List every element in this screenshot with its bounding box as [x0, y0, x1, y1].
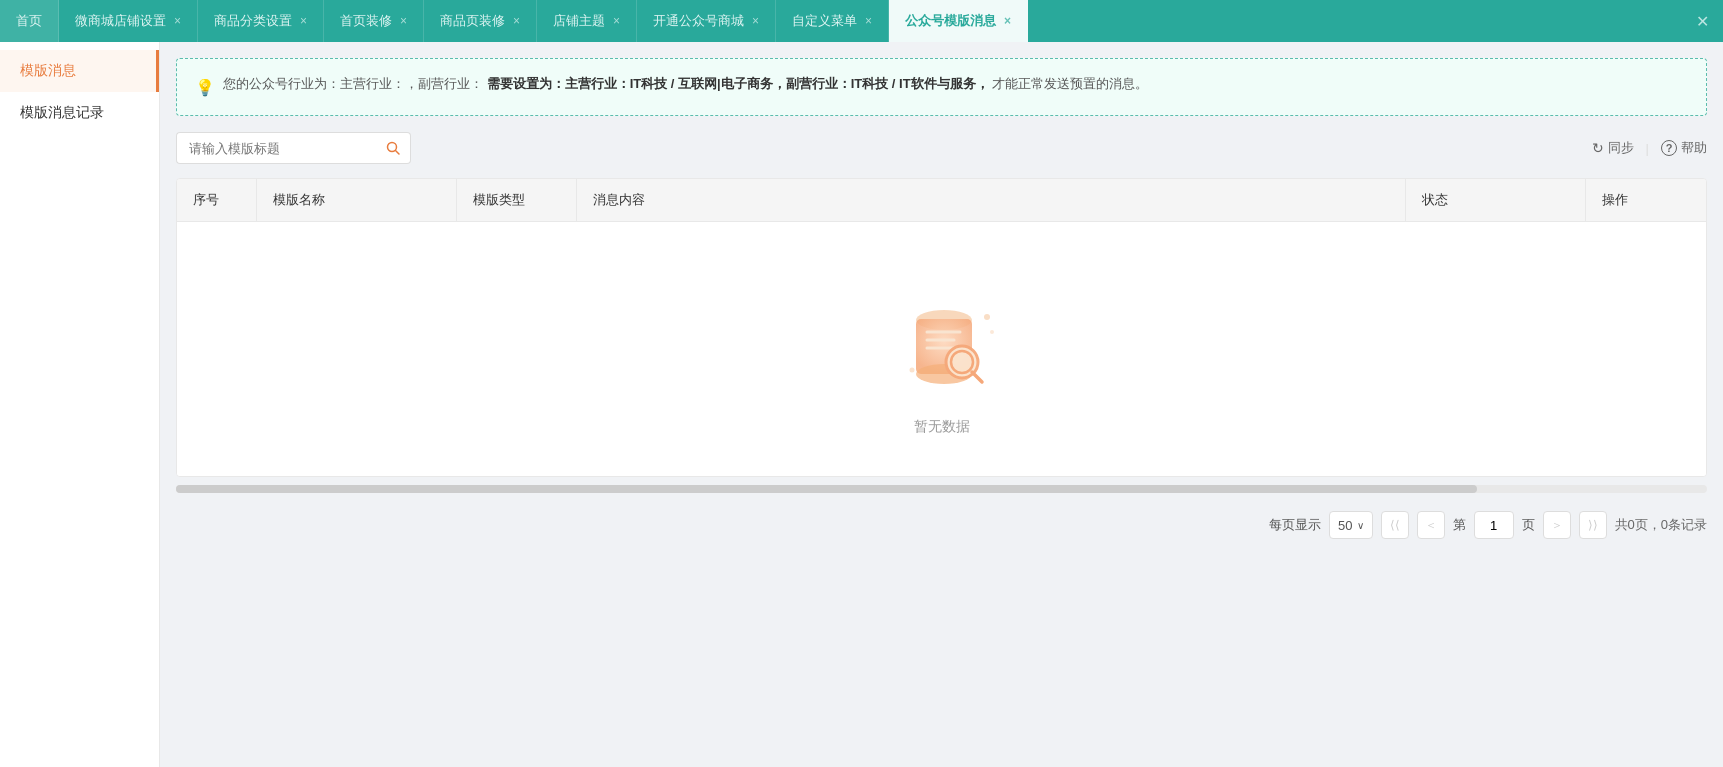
svg-line-1 [396, 151, 400, 155]
notice-icon: 💡 [195, 74, 215, 101]
th-content: 消息内容 [577, 179, 1406, 221]
tab-homepage[interactable]: 首页装修 × [324, 0, 424, 42]
close-tab-category[interactable]: × [300, 15, 307, 27]
th-index: 序号 [177, 179, 257, 221]
table-header: 序号 模版名称 模版类型 消息内容 状态 操作 [177, 179, 1706, 222]
th-name: 模版名称 [257, 179, 457, 221]
th-action: 操作 [1586, 179, 1706, 221]
tab-theme[interactable]: 店铺主题 × [537, 0, 637, 42]
page-number-input[interactable] [1474, 511, 1514, 539]
close-tab-weshop[interactable]: × [174, 15, 181, 27]
last-page-button[interactable]: ⟩⟩ [1579, 511, 1607, 539]
page-di-label: 第 [1453, 516, 1466, 534]
notice-box: 💡 您的公众号行业为：主营行业：，副营行业： 需要设置为：主营行业：IT科技 /… [176, 58, 1707, 116]
help-icon: ? [1661, 140, 1677, 156]
svg-point-12 [990, 330, 994, 334]
main-layout: 模版消息 模版消息记录 💡 您的公众号行业为：主营行业：，副营行业： 需要设置为… [0, 42, 1723, 767]
page-size-select[interactable]: 50 ∨ [1329, 511, 1372, 539]
chevron-down-icon: ∨ [1357, 520, 1364, 531]
close-tab-homepage[interactable]: × [400, 15, 407, 27]
notice-text: 您的公众号行业为：主营行业：，副营行业： 需要设置为：主营行业：IT科技 / 互… [223, 73, 1148, 95]
tab-home[interactable]: 首页 [0, 0, 59, 42]
page-unit-label: 页 [1522, 516, 1535, 534]
tab-category[interactable]: 商品分类设置 × [198, 0, 324, 42]
pagination-bar: 每页显示 50 ∨ ⟨⟨ ＜ 第 页 ＞ ⟩⟩ 共0页，0条记录 [176, 501, 1707, 539]
empty-state: 暂无数据 [177, 222, 1706, 476]
sidebar: 模版消息 模版消息记录 [0, 42, 160, 767]
search-button[interactable] [376, 132, 411, 164]
help-button[interactable]: ? 帮助 [1661, 139, 1707, 157]
close-tab-custommenu[interactable]: × [865, 15, 872, 27]
svg-line-10 [972, 372, 982, 382]
close-tab-templatemsg[interactable]: × [1004, 15, 1011, 27]
close-tab-openstore[interactable]: × [752, 15, 759, 27]
tab-custommenu[interactable]: 自定义菜单 × [776, 0, 889, 42]
empty-illustration [882, 282, 1002, 402]
table-container: 序号 模版名称 模版类型 消息内容 状态 操作 [176, 178, 1707, 477]
search-input[interactable] [176, 132, 376, 164]
empty-text: 暂无数据 [914, 418, 970, 436]
sync-icon: ↻ [1592, 140, 1604, 156]
close-all-tabs[interactable]: ✕ [1682, 12, 1723, 31]
search-bar: ↻ 同步 | ? 帮助 [176, 132, 1707, 164]
th-status: 状态 [1406, 179, 1586, 221]
search-left [176, 132, 411, 164]
close-tab-theme[interactable]: × [613, 15, 620, 27]
tab-bar: 首页 微商城店铺设置 × 商品分类设置 × 首页装修 × 商品页装修 × 店铺主… [0, 0, 1723, 42]
scroll-thumb [176, 485, 1477, 493]
divider: | [1646, 141, 1649, 156]
search-right: ↻ 同步 | ? 帮助 [1592, 139, 1707, 157]
total-info: 共0页，0条记录 [1615, 516, 1707, 534]
tab-productpage[interactable]: 商品页装修 × [424, 0, 537, 42]
content-area: 💡 您的公众号行业为：主营行业：，副营行业： 需要设置为：主营行业：IT科技 /… [160, 42, 1723, 767]
page-size-label: 每页显示 [1269, 516, 1321, 534]
prev-page-button[interactable]: ＜ [1417, 511, 1445, 539]
tab-templatemsg[interactable]: 公众号模版消息 × [889, 0, 1028, 42]
svg-point-11 [984, 314, 990, 320]
next-page-button[interactable]: ＞ [1543, 511, 1571, 539]
tab-weshop[interactable]: 微商城店铺设置 × [59, 0, 198, 42]
sync-button[interactable]: ↻ 同步 [1592, 139, 1634, 157]
close-tab-productpage[interactable]: × [513, 15, 520, 27]
th-type: 模版类型 [457, 179, 577, 221]
sidebar-item-template-msg-record[interactable]: 模版消息记录 [0, 92, 159, 134]
first-page-button[interactable]: ⟨⟨ [1381, 511, 1409, 539]
notice-highlight: 需要设置为：主营行业：IT科技 / 互联网|电子商务，副营行业：IT科技 / I… [487, 76, 989, 91]
search-icon [386, 141, 400, 155]
tab-openstore[interactable]: 开通公众号商城 × [637, 0, 776, 42]
svg-point-13 [909, 368, 914, 373]
scroll-track[interactable] [176, 485, 1707, 493]
sidebar-item-template-msg[interactable]: 模版消息 [0, 50, 159, 92]
